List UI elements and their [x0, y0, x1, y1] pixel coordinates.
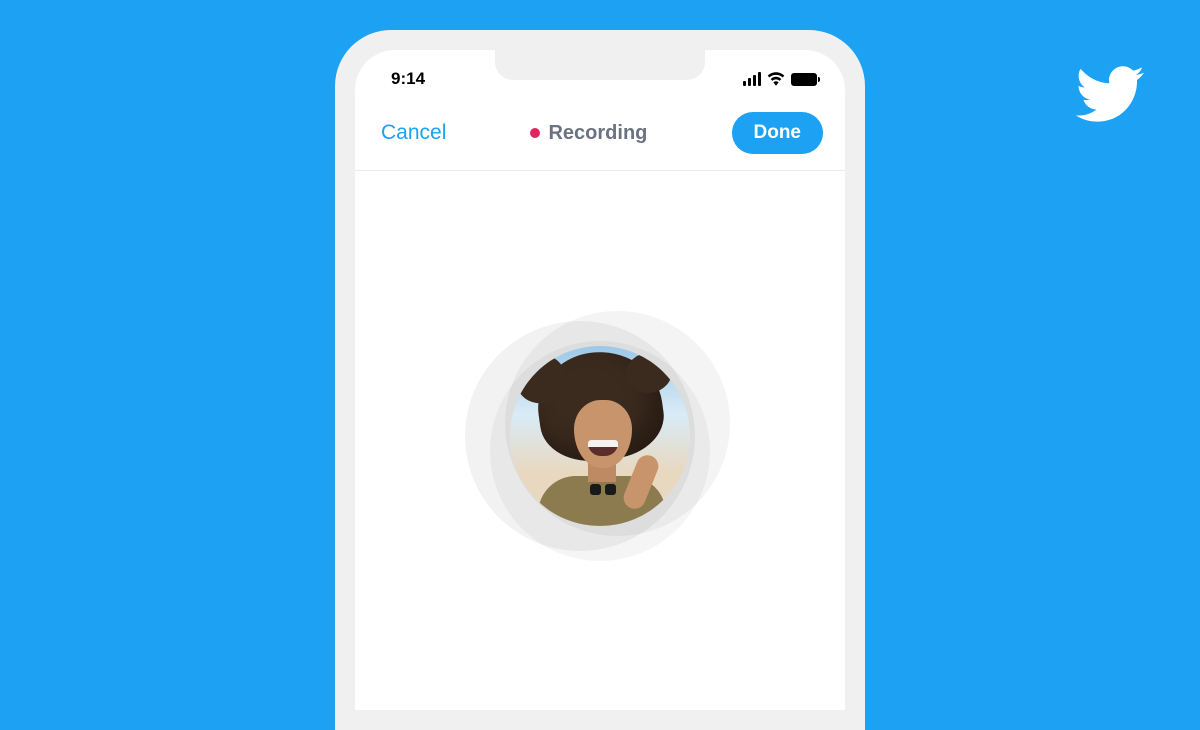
cellular-signal-icon [743, 72, 762, 86]
phone-frame: 9:14 Cancel Recording Done [335, 30, 865, 730]
done-button[interactable]: Done [732, 112, 824, 154]
recording-status: Recording [530, 122, 647, 145]
wifi-icon [767, 72, 785, 86]
status-indicators [743, 72, 818, 86]
avatar-container [480, 316, 720, 556]
recording-content [355, 171, 845, 710]
recording-dot-icon [530, 128, 540, 138]
phone-screen: 9:14 Cancel Recording Done [355, 50, 845, 710]
user-avatar [510, 346, 690, 526]
avatar-photo [510, 346, 690, 526]
status-time: 9:14 [391, 69, 425, 89]
navigation-bar: Cancel Recording Done [355, 94, 845, 171]
twitter-logo-icon [1073, 58, 1145, 118]
recording-label: Recording [548, 122, 647, 145]
phone-notch [495, 50, 705, 80]
cancel-button[interactable]: Cancel [381, 121, 446, 145]
battery-icon [791, 73, 817, 86]
